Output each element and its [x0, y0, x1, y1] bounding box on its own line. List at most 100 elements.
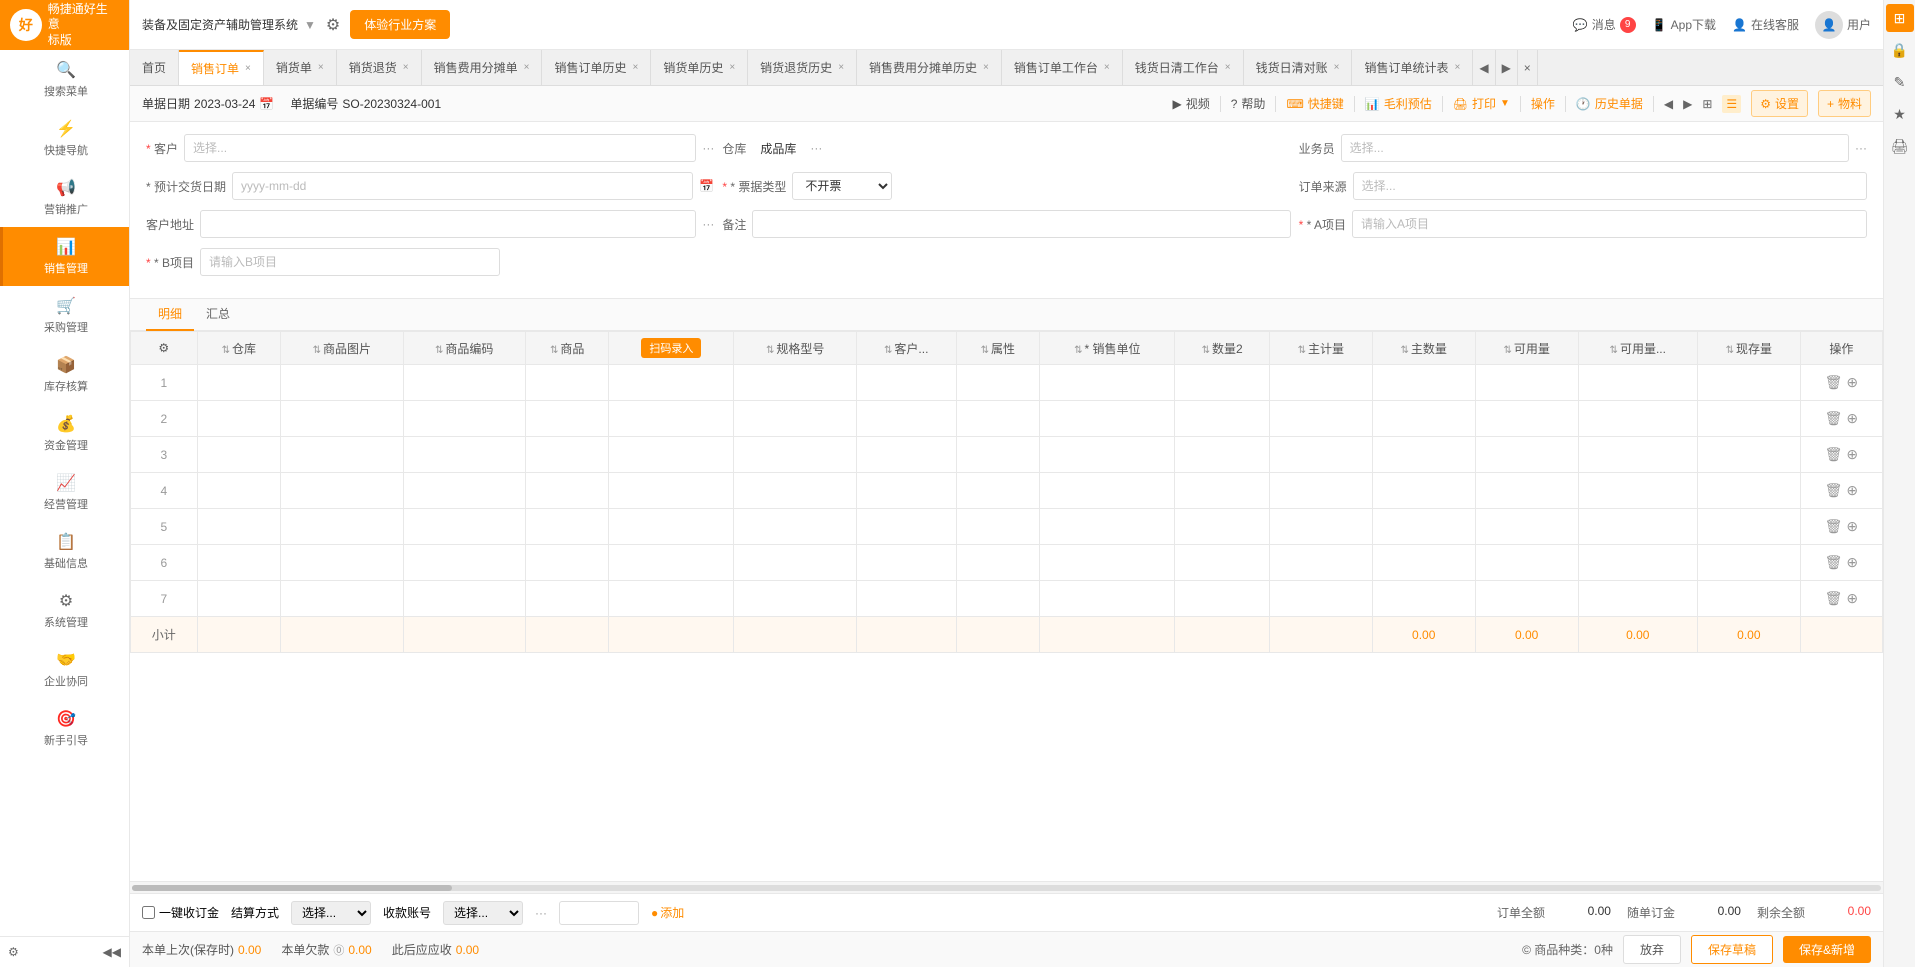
arrow-left-btn[interactable]: ◀	[1664, 97, 1673, 111]
order-source-input[interactable]	[1353, 172, 1867, 200]
customer-input[interactable]	[184, 134, 696, 162]
copy-icon[interactable]: ⊕	[1846, 410, 1858, 427]
detail-tab-1[interactable]: 汇总	[194, 299, 242, 331]
user-btn[interactable]: 👤 用户	[1815, 11, 1871, 39]
message-btn[interactable]: 💬 消息 9	[1573, 16, 1636, 33]
grid-view-btn[interactable]: ⊞	[1702, 97, 1712, 111]
tab-close-5[interactable]: ×	[632, 62, 638, 73]
sidebar-item-6[interactable]: 💰 资金管理	[0, 404, 129, 463]
dots-btn[interactable]: ···	[535, 906, 547, 920]
tab-close-8[interactable]: ×	[983, 62, 989, 73]
delete-icon[interactable]: 🗑	[1825, 554, 1843, 571]
copy-icon[interactable]: ⊕	[1846, 554, 1858, 571]
scrollbar-thumb[interactable]	[132, 885, 452, 891]
col-header-scan[interactable]: 扫码录入	[609, 332, 734, 365]
view-btn[interactable]: ▶ 视频	[1172, 95, 1209, 112]
col-header-main_qty[interactable]: 主数量	[1372, 332, 1475, 365]
tab-close-9[interactable]: ×	[1104, 62, 1110, 73]
col-header-main_unit[interactable]: 主计量	[1269, 332, 1372, 365]
col-header-attribute[interactable]: 属性	[956, 332, 1039, 365]
settings-btn[interactable]: ⚙ 设置	[1751, 90, 1808, 117]
tab-10[interactable]: 钱货日清工作台×	[1123, 50, 1244, 86]
tab-nav-left[interactable]: ◀	[1473, 50, 1495, 86]
tab-2[interactable]: 销货单×	[264, 50, 337, 86]
tab-6[interactable]: 销货单历史×	[651, 50, 748, 86]
rp-icon-lock[interactable]: 🔒	[1886, 36, 1914, 64]
col-header-spec[interactable]: 规格型号	[734, 332, 856, 365]
col-header-customer_code[interactable]: 客户...	[856, 332, 956, 365]
copy-icon[interactable]: ⊕	[1846, 518, 1858, 535]
copy-icon[interactable]: ⊕	[1846, 482, 1858, 499]
rp-icon-print[interactable]: 🖨	[1886, 132, 1914, 160]
tab-close-3[interactable]: ×	[403, 62, 409, 73]
tab-1[interactable]: 销售订单×	[179, 50, 264, 86]
invoice-select[interactable]: 不开票	[792, 172, 892, 200]
tab-4[interactable]: 销售费用分摊单×	[422, 50, 543, 86]
col-header-available2[interactable]: 可用量...	[1578, 332, 1697, 365]
sidebar-item-5[interactable]: 📦 库存核算	[0, 345, 129, 404]
delete-icon[interactable]: 🗑	[1825, 410, 1843, 427]
tab-7[interactable]: 销货退货历史×	[748, 50, 857, 86]
address-more-btn[interactable]: ···	[702, 217, 714, 231]
sidebar-item-9[interactable]: ⚙ 系统管理	[0, 581, 129, 640]
delete-icon[interactable]: 🗑	[1825, 374, 1843, 391]
delete-icon[interactable]: 🗑	[1825, 482, 1843, 499]
sidebar-item-8[interactable]: 📋 基础信息	[0, 522, 129, 581]
rp-icon-star[interactable]: ★	[1886, 100, 1914, 128]
tab-close-1[interactable]: ×	[245, 63, 251, 74]
table-wrapper[interactable]: ⚙仓库商品图片商品编码商品扫码录入规格型号客户...属性* 销售单位数量2主计量…	[130, 331, 1883, 881]
amount-input[interactable]: 0.00	[559, 901, 639, 925]
tab-close-4[interactable]: ×	[524, 62, 530, 73]
tab-close-12[interactable]: ×	[1454, 62, 1460, 73]
discard-btn[interactable]: 放弃	[1623, 935, 1681, 964]
online-service-btn[interactable]: 👤 在线客服	[1732, 16, 1799, 33]
scan-btn[interactable]: 扫码录入	[641, 338, 701, 358]
add-material-btn[interactable]: + 物料	[1818, 90, 1871, 117]
account-select[interactable]: 选择...	[443, 901, 523, 925]
history-btn[interactable]: 🕐 历史单据	[1576, 95, 1643, 112]
save-draft-btn[interactable]: 保存草稿	[1691, 935, 1773, 964]
col-header-action[interactable]: 操作	[1800, 332, 1882, 365]
list-view-btn[interactable]: ☰	[1722, 95, 1741, 113]
tab-8[interactable]: 销售费用分摊单历史×	[857, 50, 1002, 86]
col-header-settings[interactable]: ⚙	[131, 332, 198, 365]
print-btn[interactable]: 🖨 打印 ▼	[1453, 95, 1510, 112]
sidebar-item-11[interactable]: 🎯 新手引导	[0, 699, 129, 758]
copy-icon[interactable]: ⊕	[1846, 446, 1858, 463]
settings-icon[interactable]: ⚙	[8, 945, 19, 959]
a-project-input[interactable]	[1352, 210, 1867, 238]
tab-0[interactable]: 首页	[130, 50, 179, 86]
app-download-btn[interactable]: 📱 App下载	[1652, 16, 1716, 33]
tab-close-10[interactable]: ×	[1225, 62, 1231, 73]
payment-method-select[interactable]: 选择...	[291, 901, 371, 925]
help-btn[interactable]: ? 帮助	[1231, 95, 1266, 112]
delete-icon[interactable]: 🗑	[1825, 518, 1843, 535]
tab-close-11[interactable]: ×	[1334, 62, 1340, 73]
tab-11[interactable]: 钱货日清对账×	[1244, 50, 1353, 86]
col-header-product[interactable]: 商品	[525, 332, 608, 365]
col-header-qty2[interactable]: 数量2	[1175, 332, 1269, 365]
address-input[interactable]	[200, 210, 696, 238]
col-header-available[interactable]: 可用量	[1475, 332, 1578, 365]
remarks-input[interactable]	[752, 210, 1290, 238]
detail-tab-0[interactable]: 明细	[146, 299, 194, 331]
col-header-warehouse[interactable]: 仓库	[197, 332, 280, 365]
sidebar-item-3[interactable]: 📊 销售管理	[0, 227, 129, 286]
profit-btn[interactable]: 📊 毛利预估	[1365, 95, 1432, 112]
tab-9[interactable]: 销售订单工作台×	[1002, 50, 1123, 86]
tab-5[interactable]: 销售订单历史×	[542, 50, 651, 86]
delete-icon[interactable]: 🗑	[1825, 446, 1843, 463]
b-project-input[interactable]	[200, 248, 500, 276]
tab-nav-right[interactable]: ▶	[1496, 50, 1518, 86]
copy-icon[interactable]: ⊕	[1846, 590, 1858, 607]
delivery-calendar-icon[interactable]: 📅	[699, 179, 714, 193]
rp-icon-edit[interactable]: ✎	[1886, 68, 1914, 96]
quick-order-checkbox[interactable]	[142, 906, 155, 919]
col-header-image[interactable]: 商品图片	[281, 332, 403, 365]
calendar-icon[interactable]: 📅	[259, 97, 274, 111]
tab-close-7[interactable]: ×	[838, 62, 844, 73]
customer-more-btn[interactable]: ···	[702, 141, 714, 155]
save-new-btn[interactable]: 保存&新增	[1783, 936, 1871, 963]
scrollbar-area[interactable]	[130, 881, 1883, 893]
sidebar-item-1[interactable]: ⚡ 快捷导航	[0, 109, 129, 168]
